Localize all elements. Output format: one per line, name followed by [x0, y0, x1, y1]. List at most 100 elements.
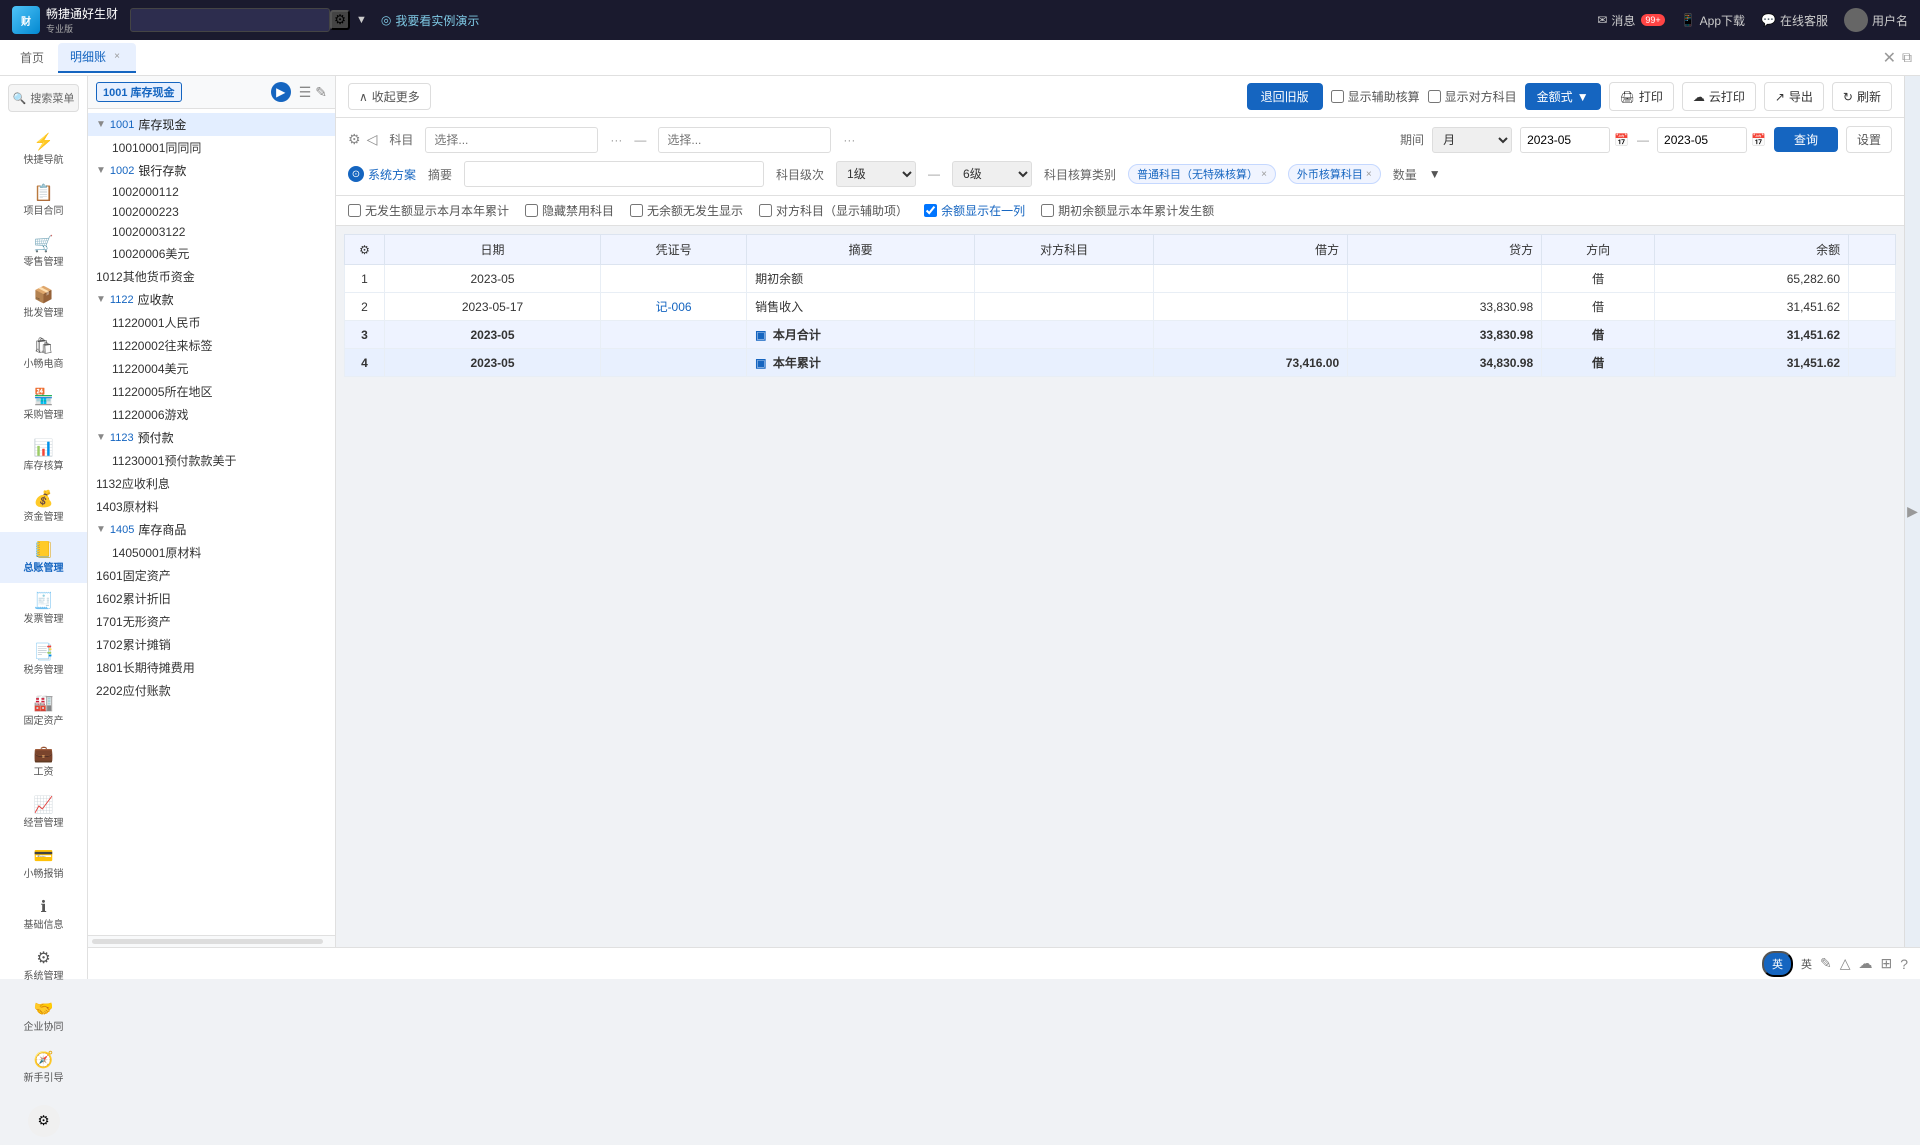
- tree-item-1801[interactable]: 1801 长期待摊费用: [88, 656, 335, 679]
- status-cloud-icon[interactable]: ☁: [1858, 955, 1872, 972]
- sidebar-item-invoice[interactable]: 🧾 发票管理: [0, 583, 87, 634]
- refresh-button[interactable]: ↻ 刷新: [1832, 82, 1892, 111]
- window-close-button[interactable]: ✕: [1883, 48, 1896, 68]
- level-from-select[interactable]: 1级 2级: [836, 161, 916, 187]
- top-nav-down-button[interactable]: ▼: [350, 12, 373, 28]
- tag-close-1[interactable]: ×: [1261, 169, 1267, 180]
- tree-list-view-button[interactable]: ☰: [299, 84, 312, 101]
- sidebar-item-retail[interactable]: 🛒 零售管理: [0, 226, 87, 277]
- show-opposite-checkbox[interactable]: [1428, 90, 1441, 103]
- online-service-button[interactable]: 💬 在线客服: [1761, 12, 1828, 29]
- cb-hide-disabled-input[interactable]: [525, 204, 538, 217]
- sidebar-item-ecommerce[interactable]: 🛍 小畅电商: [0, 328, 87, 379]
- tree-item-11220005[interactable]: 11220005 所在地区: [88, 380, 335, 403]
- tree-item-11220001[interactable]: 11220001 人民币: [88, 311, 335, 334]
- sidebar-item-agreement[interactable]: 🤝 企业协同: [0, 991, 87, 1042]
- query-button[interactable]: 查询: [1774, 127, 1838, 152]
- status-lang-text[interactable]: 英: [1801, 956, 1812, 972]
- filter-collapse-button[interactable]: ◁: [367, 131, 378, 148]
- tree-item-10020001[interactable]: 10020001 12: [88, 182, 335, 202]
- period-start-input[interactable]: [1520, 127, 1610, 153]
- sidebar-item-wholesale[interactable]: 📦 批发管理: [0, 277, 87, 328]
- export-button[interactable]: ↗ 导出: [1764, 82, 1824, 111]
- tree-item-11220004[interactable]: 11220004 美元: [88, 357, 335, 380]
- query-panel-toggle[interactable]: ▶: [1904, 76, 1920, 947]
- tree-item-1002[interactable]: ▼ 1002 银行存款: [88, 159, 335, 182]
- user-area[interactable]: 用户名: [1844, 8, 1908, 32]
- tree-item-10020006[interactable]: 10020006 美元: [88, 242, 335, 265]
- settings-small-button[interactable]: 设置: [1846, 126, 1892, 153]
- top-settings-button[interactable]: ⚙: [330, 10, 350, 30]
- sidebar-item-salary[interactable]: 💼 工资: [0, 736, 87, 787]
- tree-item-10020003[interactable]: 10020003 122: [88, 222, 335, 242]
- col-header-settings[interactable]: ⚙: [345, 235, 385, 265]
- print-button[interactable]: 🖨 打印: [1609, 82, 1674, 111]
- sidebar-item-fixed-assets[interactable]: 🏭 固定资产: [0, 685, 87, 736]
- sidebar-item-sales[interactable]: 💳 小畅报销: [0, 838, 87, 889]
- cb-no-balance-input[interactable]: [348, 204, 361, 217]
- scheme-link[interactable]: 系统方案: [368, 166, 416, 183]
- tab-detail[interactable]: 明细账 ×: [58, 43, 136, 73]
- cb-no-balance-show-input[interactable]: [630, 204, 643, 217]
- tree-item-11230001[interactable]: 11230001 预付款款美于: [88, 449, 335, 472]
- account-nav-forward-button[interactable]: ▶: [271, 82, 291, 102]
- tree-item-11220002[interactable]: 11220002 往来标签: [88, 334, 335, 357]
- status-edit-icon[interactable]: ✎: [1820, 955, 1832, 972]
- status-upload-icon[interactable]: △: [1840, 955, 1851, 972]
- sidebar-item-quick-nav[interactable]: ⚡ 快捷导航: [0, 124, 87, 175]
- voucher-link[interactable]: 记-006: [656, 300, 692, 314]
- amount-format-button[interactable]: 金额式 ▼: [1525, 83, 1601, 110]
- tree-item-1001[interactable]: ▼ 1001 库存现金: [88, 113, 335, 136]
- tree-item-1403[interactable]: 1403 原材料: [88, 495, 335, 518]
- sidebar-item-finance[interactable]: 💰 资金管理: [0, 481, 87, 532]
- tag-close-2[interactable]: ×: [1366, 169, 1372, 180]
- sidebar-item-guide[interactable]: 🧭 新手引导: [0, 1042, 87, 1093]
- sidebar-bottom-settings-button[interactable]: ⚙: [28, 1105, 60, 1137]
- tab-detail-close[interactable]: ×: [110, 50, 124, 64]
- tree-item-1602[interactable]: 1602 累计折旧: [88, 587, 335, 610]
- tree-item-14050001[interactable]: 14050001 原材料: [88, 541, 335, 564]
- tree-item-1405[interactable]: ▼ 1405 库存商品: [88, 518, 335, 541]
- status-help-icon[interactable]: ?: [1900, 956, 1908, 972]
- sidebar-item-purchase[interactable]: 🏪 采购管理: [0, 379, 87, 430]
- tree-item-1123[interactable]: ▼ 1123 预付款: [88, 426, 335, 449]
- app-download-button[interactable]: 📱 App下载: [1681, 12, 1745, 29]
- tree-edit-button[interactable]: ✎: [315, 84, 327, 101]
- sidebar-item-inventory[interactable]: 📊 库存核算: [0, 430, 87, 481]
- show-aux-checkbox[interactable]: [1331, 90, 1344, 103]
- tree-item-10020002[interactable]: 10020002 23: [88, 202, 335, 222]
- tree-item-2202[interactable]: 2202 应付账款: [88, 679, 335, 702]
- period-end-input[interactable]: [1657, 127, 1747, 153]
- cb-opening-balance-input[interactable]: [1041, 204, 1054, 217]
- sidebar-search-button[interactable]: 🔍 搜索菜单: [8, 84, 79, 112]
- sidebar-item-operations[interactable]: 📈 经营管理: [0, 787, 87, 838]
- tree-item-1701[interactable]: 1701 无形资产: [88, 610, 335, 633]
- demo-link[interactable]: ◎ 我要看实例演示: [381, 12, 480, 29]
- cb-opposite-input[interactable]: [759, 204, 772, 217]
- window-restore-button[interactable]: ⧉: [1902, 49, 1912, 66]
- sidebar-item-ledger[interactable]: 📒 总账管理: [0, 532, 87, 583]
- summary-input[interactable]: [464, 161, 764, 187]
- filter-settings-icon-button[interactable]: ⚙: [348, 131, 361, 148]
- tree-item-11220006[interactable]: 11220006 游戏: [88, 403, 335, 426]
- tree-item-1132[interactable]: 1132 应收利息: [88, 472, 335, 495]
- cell-voucher[interactable]: 记-006: [601, 293, 747, 321]
- subject-filter-input[interactable]: [425, 127, 598, 153]
- sidebar-item-system[interactable]: ⚙ 系统管理: [0, 940, 87, 991]
- sidebar-item-tax[interactable]: 📑 税务管理: [0, 634, 87, 685]
- tree-item-10010001[interactable]: 10010001 同同同: [88, 136, 335, 159]
- sidebar-item-basic-info[interactable]: ℹ 基础信息: [0, 889, 87, 940]
- tree-item-1122[interactable]: ▼ 1122 应收款: [88, 288, 335, 311]
- status-grid-icon[interactable]: ⊞: [1880, 955, 1892, 972]
- tab-home[interactable]: 首页: [8, 43, 56, 73]
- cloud-print-button[interactable]: ☁ 云打印: [1682, 82, 1756, 111]
- tree-item-1702[interactable]: 1702 累计摊销: [88, 633, 335, 656]
- return-old-version-button[interactable]: 退回旧版: [1247, 83, 1323, 110]
- horizontal-scrollbar[interactable]: [92, 939, 323, 944]
- collapse-more-button[interactable]: ∧ 收起更多: [348, 83, 431, 110]
- cb-balance-single-input[interactable]: [924, 204, 937, 217]
- subject-filter-input2[interactable]: [658, 127, 831, 153]
- quantity-dropdown-button[interactable]: ▼: [1429, 167, 1441, 181]
- sidebar-item-project[interactable]: 📋 项目合同: [0, 175, 87, 226]
- status-lang-button[interactable]: 英: [1762, 951, 1793, 977]
